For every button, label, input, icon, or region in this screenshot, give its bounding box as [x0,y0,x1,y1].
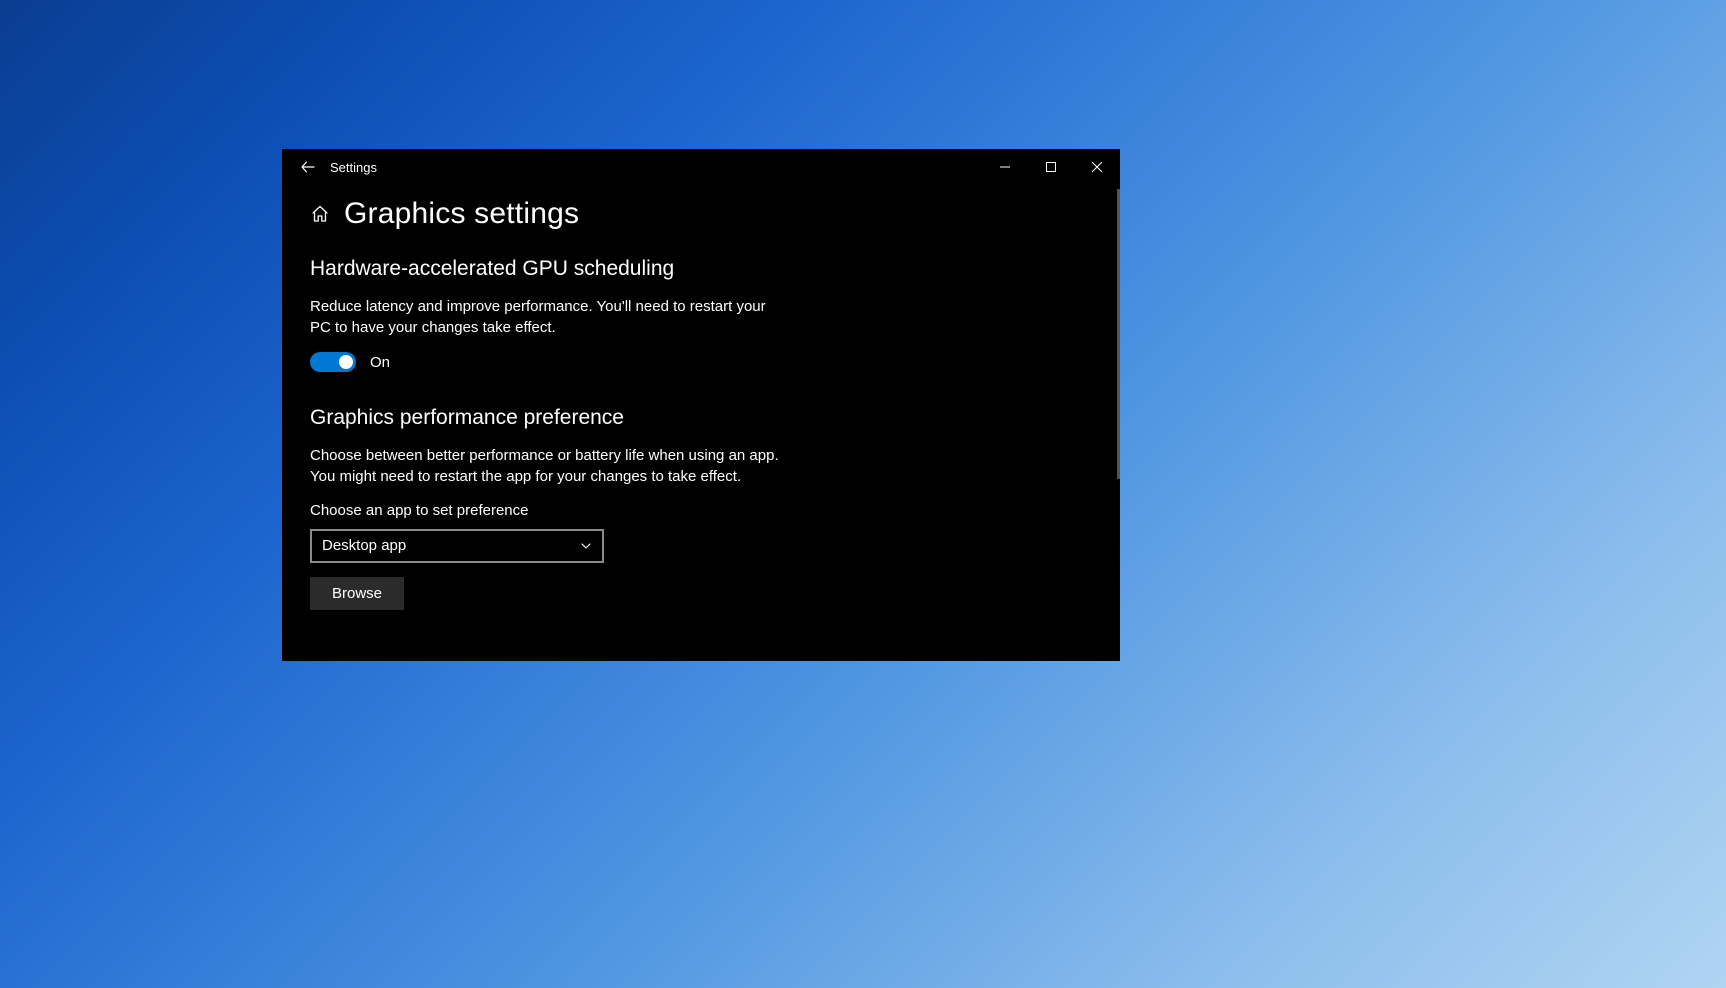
maximize-button[interactable] [1028,149,1074,185]
minimize-button[interactable] [982,149,1028,185]
settings-window: Settings Graphics settings [282,149,1120,661]
close-icon [1092,162,1102,172]
gpu-scheduling-toggle-label: On [370,354,390,371]
home-icon[interactable] [310,204,330,224]
titlebar: Settings [282,149,1120,185]
scrollbar-thumb[interactable] [1117,189,1120,479]
gpu-scheduling-title: Hardware-accelerated GPU scheduling [310,257,1092,281]
performance-pref-description: Choose between better performance or bat… [310,446,780,487]
app-type-dropdown[interactable]: Desktop app [310,529,604,563]
window-controls [982,149,1120,185]
arrow-left-icon [300,159,316,175]
scrollbar[interactable] [1117,189,1120,657]
chevron-down-icon [580,540,592,552]
choose-app-label: Choose an app to set preference [310,502,1092,519]
close-button[interactable] [1074,149,1120,185]
page-title: Graphics settings [344,197,579,231]
content: Graphics settings Hardware-accelerated G… [282,185,1120,661]
performance-pref-title: Graphics performance preference [310,406,1092,430]
gpu-scheduling-toggle-row: On [310,352,1092,372]
toggle-knob [339,355,353,369]
browse-button[interactable]: Browse [310,577,404,610]
page-header: Graphics settings [310,197,1092,231]
app-title: Settings [330,160,377,175]
gpu-scheduling-description: Reduce latency and improve performance. … [310,297,780,338]
maximize-icon [1046,162,1056,172]
content-area: Graphics settings Hardware-accelerated G… [282,185,1120,661]
back-button[interactable] [294,153,322,181]
gpu-scheduling-toggle[interactable] [310,352,356,372]
minimize-icon [1000,162,1010,172]
dropdown-value: Desktop app [322,537,580,554]
